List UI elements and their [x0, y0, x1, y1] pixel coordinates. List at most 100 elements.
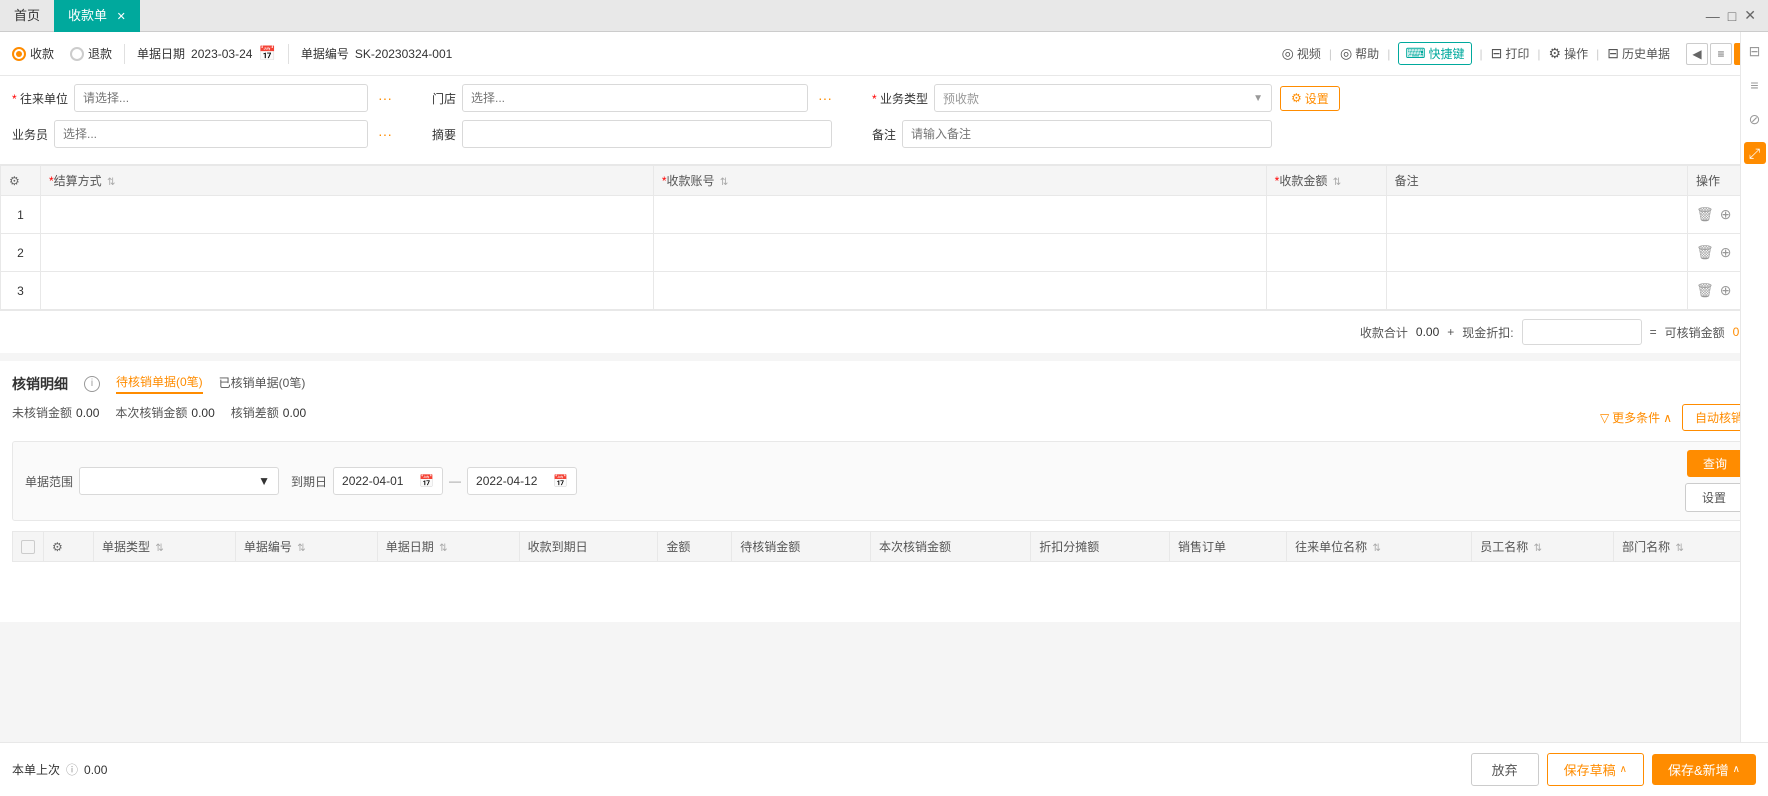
prev-btn[interactable]: ◀ — [1686, 43, 1708, 65]
select-all-checkbox[interactable] — [21, 540, 35, 554]
store-more-icon[interactable]: ··· — [818, 90, 832, 106]
discount-input[interactable] — [1522, 319, 1642, 345]
staff-more-icon[interactable]: ··· — [378, 126, 392, 142]
copy-row-1-icon[interactable]: ⊕ — [1720, 206, 1732, 223]
maximize-btn[interactable]: □ — [1728, 8, 1736, 24]
copy-row-2-icon[interactable]: ⊕ — [1720, 244, 1732, 261]
close-btn[interactable]: ✕ — [1744, 7, 1756, 24]
date-to-input[interactable]: 2022-04-12 📅 — [467, 467, 577, 495]
chevron-down-icon: ▼ — [1253, 93, 1263, 104]
save-draft-arrow-icon: ∧ — [1620, 764, 1627, 775]
business-type-select[interactable]: 预收款 ▼ — [934, 84, 1272, 112]
th-checkbox — [13, 532, 44, 562]
bottom-bar: 本单上次 ⓘ 0.00 放弃 保存草稿 ∧ 保存&新增 ∧ — [0, 742, 1768, 796]
table-settings-icon[interactable]: ⚙ — [9, 174, 20, 188]
more-conditions-btn[interactable]: ▽ 更多条件 ∧ — [1600, 409, 1672, 426]
receipt-radio-dot — [12, 47, 26, 61]
verif-header: 核销明细 i 待核销单据(0笔) 已核销单据(0笔) — [12, 373, 1756, 394]
calendar-icon[interactable]: 📅 — [258, 45, 275, 62]
date-sep: — — [449, 474, 461, 488]
setup-button[interactable]: ⚙ 设置 — [1280, 86, 1340, 111]
calendar-from-icon: 📅 — [419, 474, 434, 488]
refund-radio[interactable]: 退款 — [70, 45, 112, 62]
row-account-2[interactable] — [653, 234, 1266, 272]
tab-receipt[interactable]: 收款单 ✕ — [54, 0, 140, 32]
verif-tab-pending[interactable]: 待核销单据(0笔) — [116, 373, 203, 394]
print-action[interactable]: ⊟ 打印 — [1491, 45, 1530, 62]
sort-dept[interactable]: ⇅ — [1675, 543, 1683, 554]
th-pending: 待核销金额 — [732, 532, 871, 562]
receipt-radio[interactable]: 收款 — [12, 45, 54, 62]
row-remark-1[interactable] — [1386, 196, 1687, 234]
sort-icon-settle[interactable]: ⇅ — [107, 177, 115, 188]
sidebar-table-icon[interactable]: ⊟ — [1744, 40, 1766, 62]
copy-row-3-icon[interactable]: ⊕ — [1720, 282, 1732, 299]
row-settle-3[interactable] — [41, 272, 654, 310]
sort-icon-amount[interactable]: ⇅ — [1333, 177, 1341, 188]
verif-stat-diff: 核销差额 0.00 — [231, 404, 306, 421]
delete-row-3-icon[interactable]: 🗑 — [1696, 282, 1714, 299]
staff-input[interactable] — [54, 120, 368, 148]
minimize-btn[interactable]: — — [1706, 8, 1720, 24]
verif-stats: 未核销金额 0.00 本次核销金额 0.00 核销差额 0.00 — [12, 404, 306, 421]
sort-icon-account[interactable]: ⇅ — [720, 177, 728, 188]
th-discount: 折扣分摊额 — [1031, 532, 1170, 562]
sidebar-link-icon[interactable]: ⊘ — [1744, 108, 1766, 130]
tab-close-icon[interactable]: ✕ — [117, 11, 126, 23]
sidebar-doc-icon[interactable]: ≡ — [1744, 74, 1766, 96]
counterpart-input[interactable] — [74, 84, 368, 112]
number-field: 单据编号 SK-20230324-001 — [301, 45, 452, 62]
row-amount-3[interactable] — [1266, 272, 1386, 310]
history-action[interactable]: ⊟ 历史单据 — [1607, 45, 1670, 62]
save-new-button[interactable]: 保存&新增 ∧ — [1652, 754, 1756, 785]
sidebar-expand-icon[interactable]: ⤢ — [1744, 142, 1766, 164]
remark-input[interactable] — [902, 120, 1272, 148]
range-select[interactable]: ▼ — [79, 467, 279, 495]
filter-row: 单据范围 ▼ 到期日 2022-04-01 📅 — 2022-04-12 📅 查… — [12, 441, 1756, 521]
th-staff-name: 员工名称 ⇅ — [1472, 532, 1614, 562]
shortcut-action[interactable]: ⌨ 快捷键 — [1398, 42, 1471, 65]
number-value[interactable]: SK-20230324-001 — [355, 47, 452, 61]
delete-row-2-icon[interactable]: 🗑 — [1696, 244, 1714, 261]
sort-staff[interactable]: ⇅ — [1534, 543, 1542, 554]
row-remark-3[interactable] — [1386, 272, 1687, 310]
plus-label: + — [1447, 325, 1454, 339]
delete-row-1-icon[interactable]: 🗑 — [1696, 206, 1714, 223]
gear-icon: ⚙ — [1291, 91, 1302, 105]
bottom-table-settings-icon[interactable]: ⚙ — [52, 540, 63, 554]
shortcut-icon: ⌨ — [1405, 45, 1425, 62]
sort-doc-date[interactable]: ⇅ — [439, 543, 447, 554]
date-from-input[interactable]: 2022-04-01 📅 — [333, 467, 443, 495]
discard-button[interactable]: 放弃 — [1471, 753, 1539, 786]
verif-tab-done[interactable]: 已核销单据(0笔) — [219, 374, 306, 393]
date-label: 单据日期 — [137, 45, 185, 62]
row-account-3[interactable] — [653, 272, 1266, 310]
video-action[interactable]: ◎ 视频 — [1282, 45, 1321, 62]
tab-home[interactable]: 首页 — [0, 0, 54, 32]
row-account-1[interactable] — [653, 196, 1266, 234]
query-button[interactable]: 查询 — [1687, 450, 1743, 477]
bottom-info-icon[interactable]: ⓘ — [66, 761, 78, 778]
save-draft-button[interactable]: 保存草稿 ∧ — [1547, 753, 1644, 786]
sort-doc-type[interactable]: ⇅ — [155, 543, 163, 554]
date-value[interactable]: 2023-03-24 — [191, 47, 252, 61]
row-settle-2[interactable] — [41, 234, 654, 272]
bottom-table-header: ⚙ 单据类型 ⇅ 单据编号 ⇅ 单据日期 ⇅ 收款到期日 — [13, 532, 1756, 562]
summary-input[interactable] — [462, 120, 832, 148]
counterpart-more-icon[interactable]: ··· — [378, 90, 392, 106]
sort-doc-num[interactable]: ⇅ — [297, 543, 305, 554]
row-amount-2[interactable] — [1266, 234, 1386, 272]
operate-action[interactable]: ⚙ 操作 — [1549, 45, 1589, 62]
list-view-btn[interactable]: ≡ — [1710, 43, 1732, 65]
verif-info-icon[interactable]: i — [84, 376, 100, 392]
right-sidebar: ⊟ ≡ ⊘ ⤢ — [1740, 32, 1768, 796]
filter-settings-button[interactable]: 设置 — [1685, 483, 1743, 512]
store-input[interactable] — [462, 84, 808, 112]
row-amount-1[interactable] — [1266, 196, 1386, 234]
number-label: 单据编号 — [301, 45, 349, 62]
row-settle-1[interactable] — [41, 196, 654, 234]
row-remark-2[interactable] — [1386, 234, 1687, 272]
help-action[interactable]: ◎ 帮助 — [1340, 45, 1379, 62]
sort-counterpart[interactable]: ⇅ — [1372, 543, 1380, 554]
th-doc-num: 单据编号 ⇅ — [235, 532, 377, 562]
